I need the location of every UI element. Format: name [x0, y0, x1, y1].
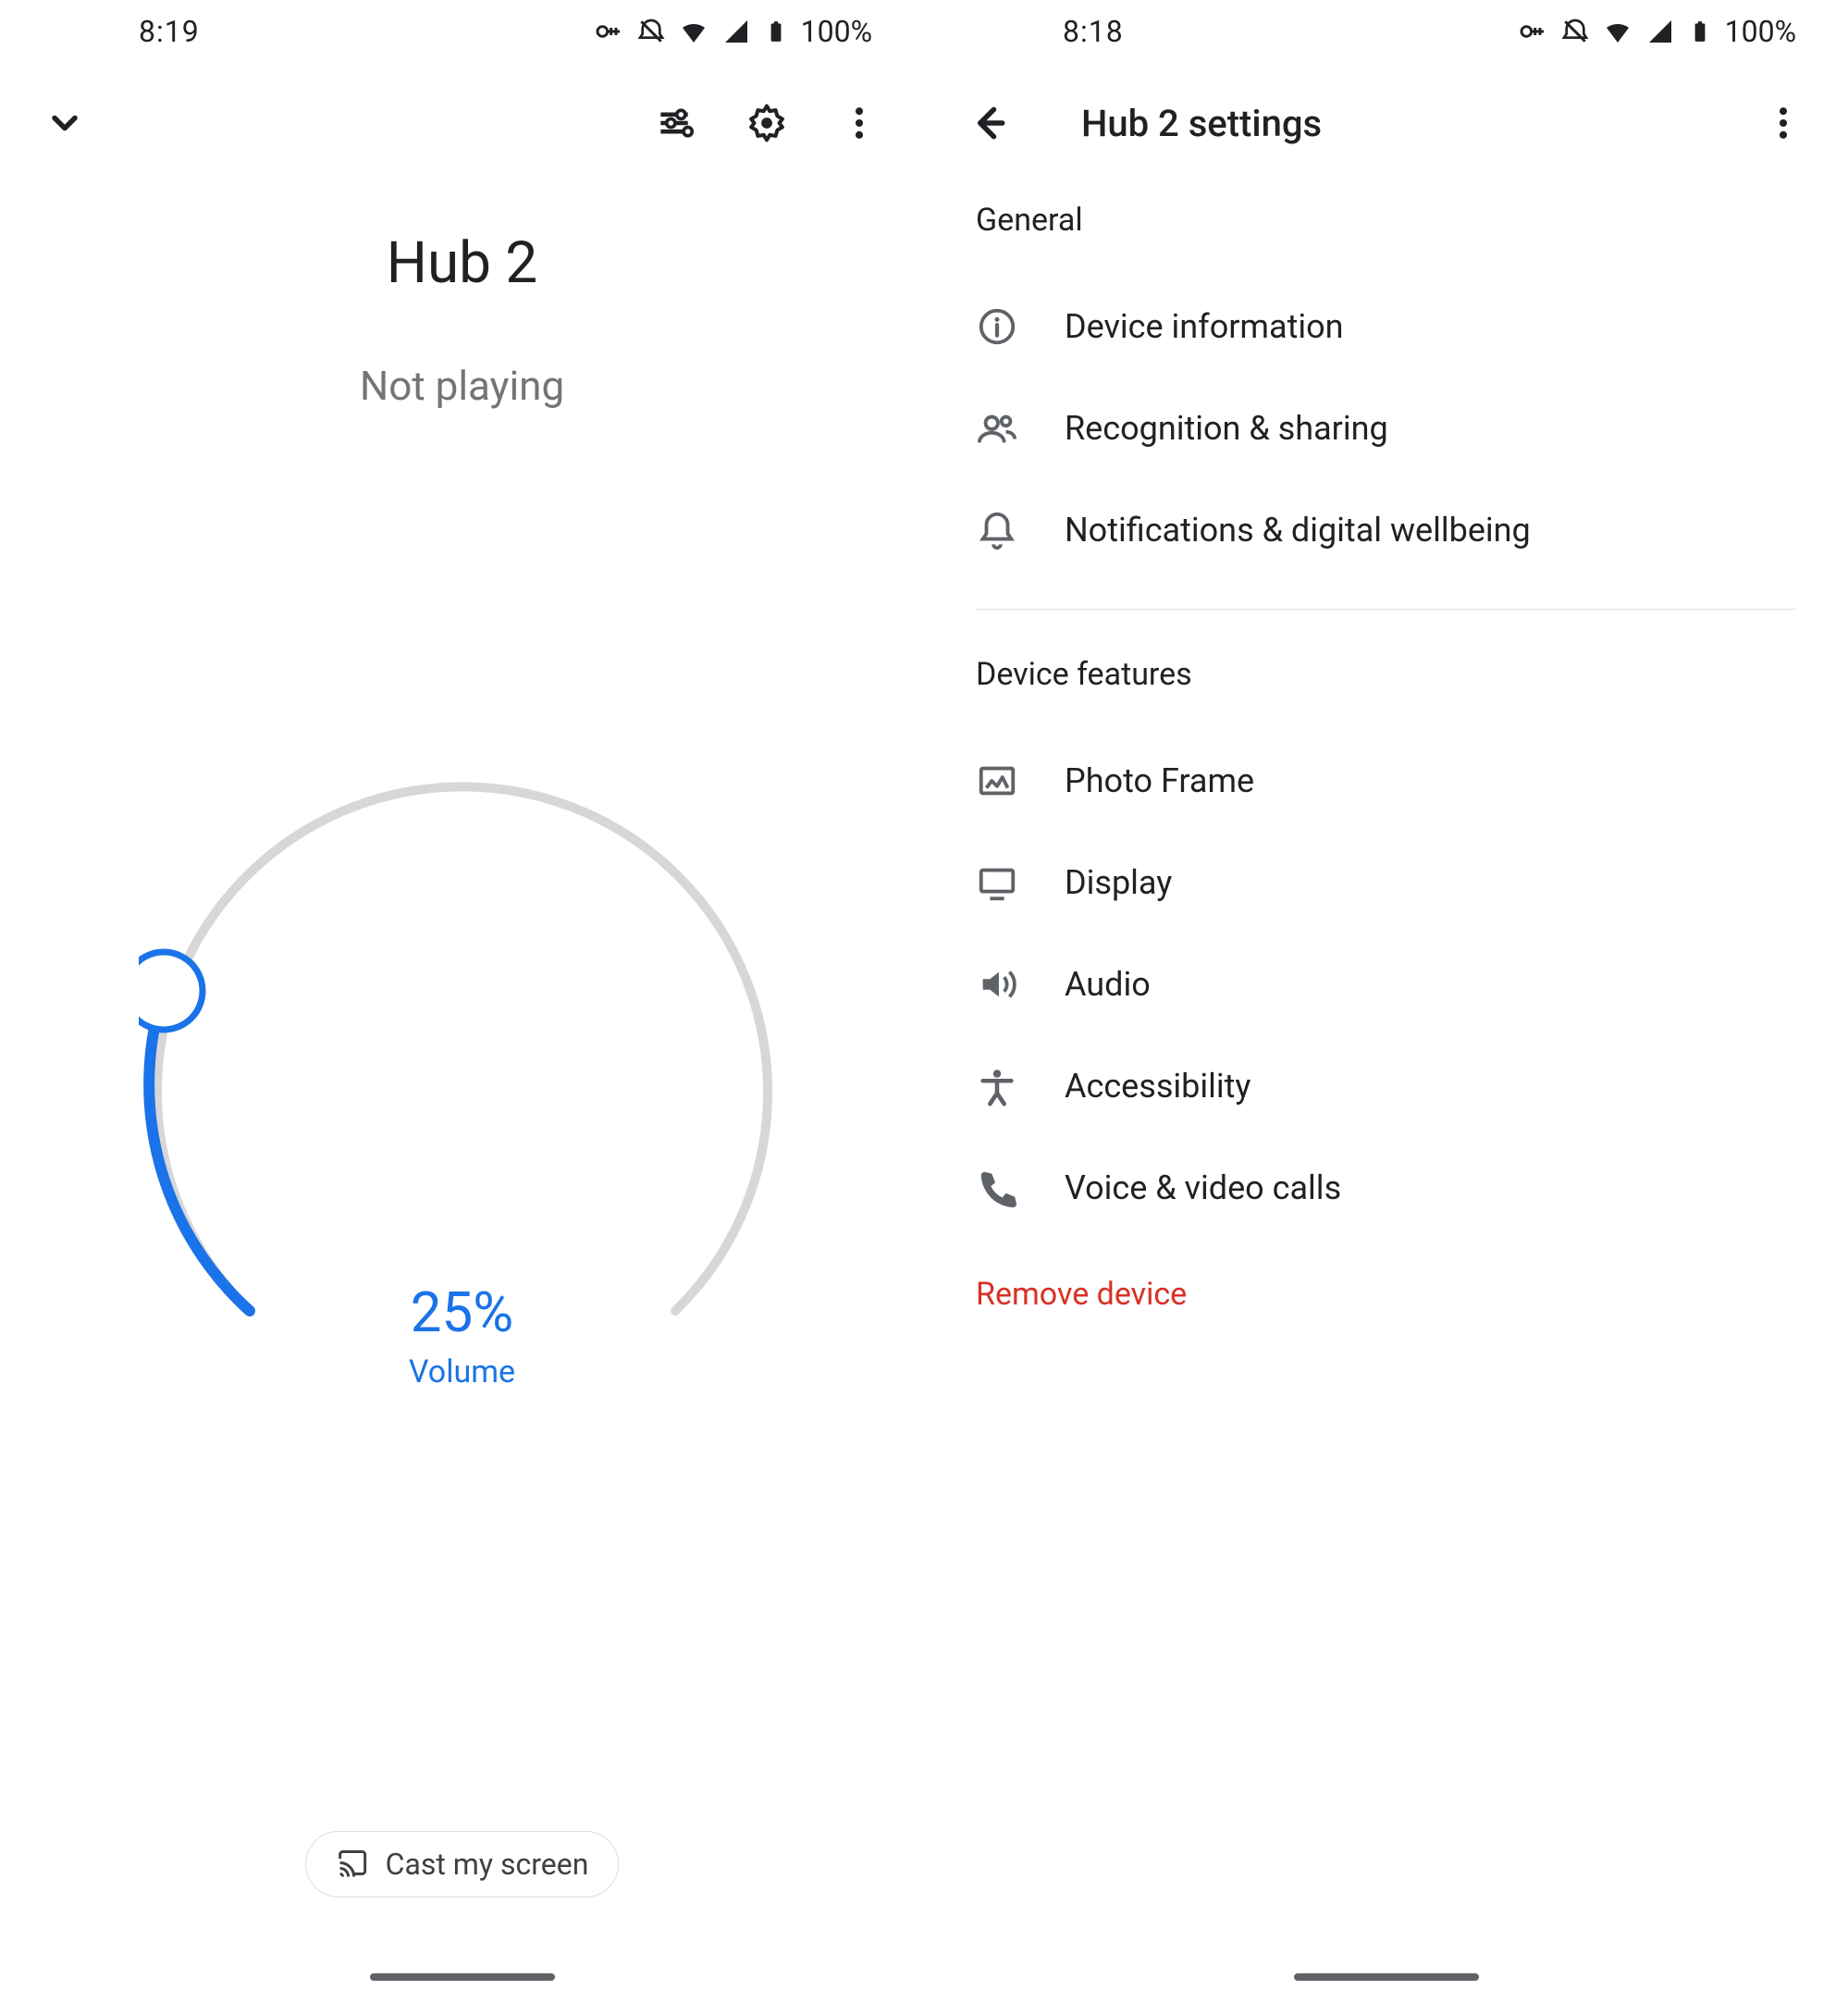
settings-screen: 8:18 100% Hub 2 settings General D	[924, 0, 1848, 1990]
volume-label: Volume	[139, 1353, 786, 1391]
settings-toolbar: Hub 2 settings	[924, 63, 1848, 183]
section-title-general: General	[924, 183, 1848, 276]
row-label: Audio	[1065, 965, 1151, 1004]
vpn-key-icon	[1518, 17, 1547, 46]
chevron-down-icon	[44, 103, 85, 143]
row-audio[interactable]: Audio	[924, 933, 1848, 1035]
volume-dial[interactable]: 25% Volume	[139, 761, 786, 1409]
audio-icon	[976, 963, 1018, 1006]
page-title: Hub 2 settings	[1053, 102, 1322, 145]
wifi-icon	[1603, 17, 1632, 46]
status-bar: 8:18 100%	[924, 0, 1848, 63]
row-label: Accessibility	[1065, 1067, 1250, 1106]
signal-icon	[721, 17, 751, 46]
row-device-information[interactable]: Device information	[924, 276, 1848, 377]
phone-icon	[976, 1167, 1018, 1209]
nav-handle[interactable]	[1294, 1973, 1479, 1981]
battery-percent: 100%	[801, 14, 872, 49]
battery-percent: 100%	[1725, 14, 1796, 49]
device-screen: 8:19 100% Hub	[0, 0, 924, 1990]
bell-icon	[976, 509, 1018, 551]
row-voice-video-calls[interactable]: Voice & video calls	[924, 1137, 1848, 1239]
overflow-button[interactable]	[1756, 95, 1811, 151]
settings-button[interactable]	[739, 95, 795, 151]
volume-value: 25%	[139, 1279, 786, 1345]
divider	[976, 609, 1796, 610]
row-accessibility[interactable]: Accessibility	[924, 1035, 1848, 1137]
status-bar: 8:19 100%	[0, 0, 924, 63]
row-label: Notifications & digital wellbeing	[1065, 511, 1531, 550]
more-vert-icon	[1763, 103, 1804, 143]
arrow-back-icon	[968, 103, 1009, 143]
row-photo-frame[interactable]: Photo Frame	[924, 730, 1848, 832]
more-vert-icon	[839, 103, 880, 143]
accessibility-icon	[976, 1065, 1018, 1107]
battery-icon	[764, 17, 788, 46]
notifications-off-icon	[636, 17, 666, 46]
row-notifications-wellbeing[interactable]: Notifications & digital wellbeing	[924, 479, 1848, 581]
notifications-off-icon	[1560, 17, 1590, 46]
image-icon	[976, 760, 1018, 802]
row-label: Display	[1065, 863, 1172, 902]
people-icon	[976, 407, 1018, 450]
row-label: Recognition & sharing	[1065, 409, 1388, 448]
status-time: 8:19	[139, 14, 200, 49]
device-title: Hub 2	[0, 229, 924, 297]
row-label: Device information	[1065, 307, 1344, 346]
vpn-key-icon	[594, 17, 623, 46]
section-title-features: Device features	[924, 637, 1848, 730]
cast-screen-button[interactable]: Cast my screen	[305, 1831, 620, 1897]
wifi-icon	[679, 17, 708, 46]
row-display[interactable]: Display	[924, 832, 1848, 933]
sliders-icon	[654, 103, 695, 143]
overflow-button[interactable]	[832, 95, 887, 151]
collapse-button[interactable]	[37, 95, 92, 151]
equalizer-button[interactable]	[647, 95, 702, 151]
nav-handle[interactable]	[370, 1973, 555, 1981]
playback-status: Not playing	[0, 362, 924, 410]
display-icon	[976, 861, 1018, 904]
device-toolbar	[0, 63, 924, 183]
status-time: 8:18	[1063, 14, 1124, 49]
gear-icon	[746, 103, 787, 143]
cast-label: Cast my screen	[386, 1847, 589, 1882]
status-icons: 100%	[594, 14, 872, 49]
back-button[interactable]	[961, 95, 1016, 151]
remove-device-button[interactable]: Remove device	[924, 1239, 1848, 1350]
row-label: Voice & video calls	[1065, 1168, 1341, 1207]
signal-icon	[1645, 17, 1675, 46]
row-recognition-sharing[interactable]: Recognition & sharing	[924, 377, 1848, 479]
status-icons: 100%	[1518, 14, 1796, 49]
info-icon	[976, 305, 1018, 348]
battery-icon	[1688, 17, 1712, 46]
row-label: Photo Frame	[1065, 761, 1254, 800]
cast-icon	[336, 1848, 369, 1881]
